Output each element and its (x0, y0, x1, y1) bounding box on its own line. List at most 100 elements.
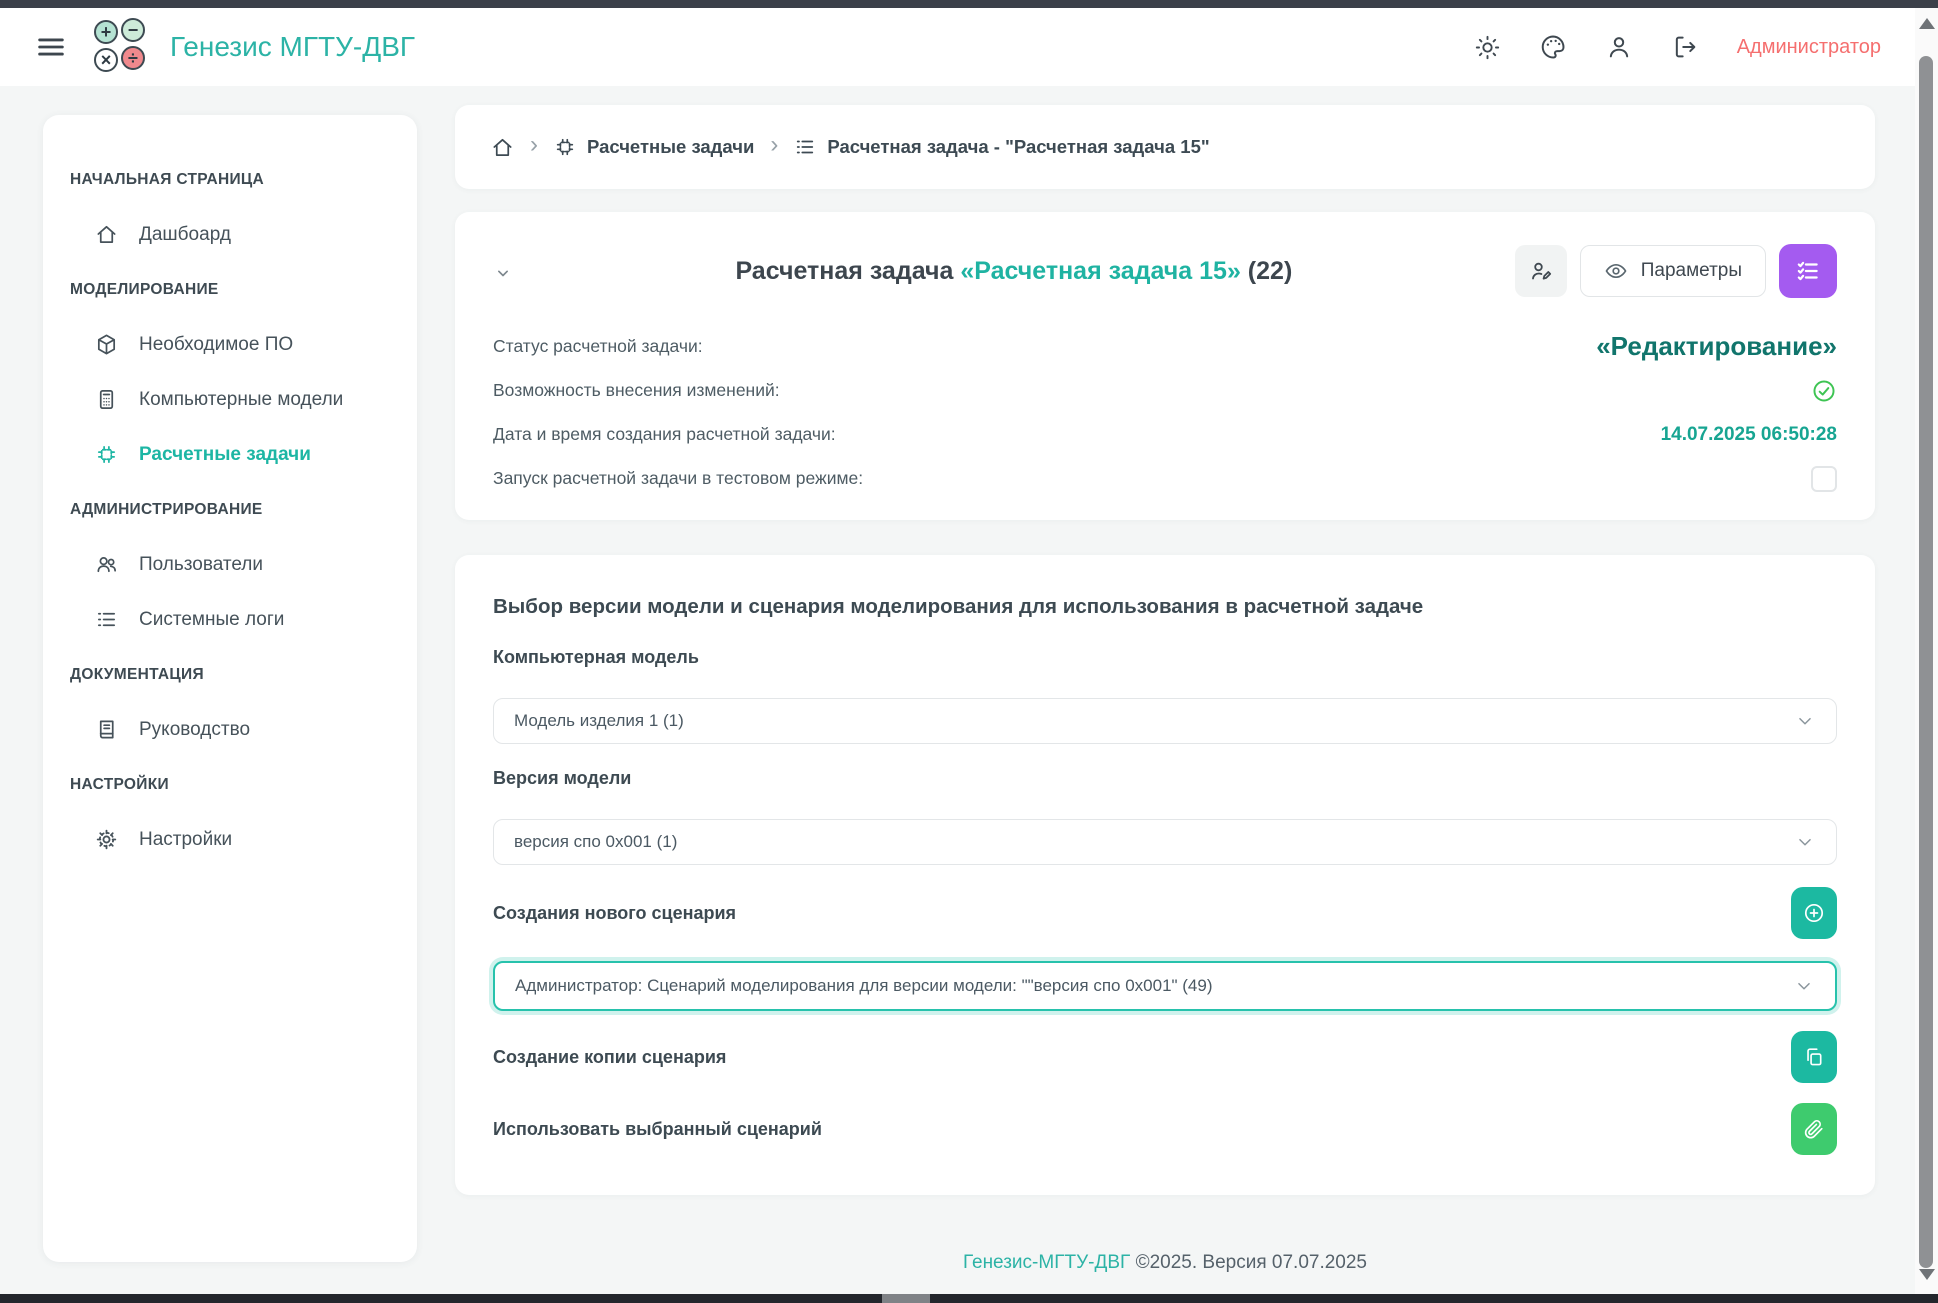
title-highlight: «Расчетная задача 15» (960, 256, 1241, 285)
header-actions: Администратор (1474, 33, 1881, 61)
sidebar-item-label: Настройки (139, 828, 233, 850)
new-scenario-label: Создания нового сценария (493, 902, 737, 923)
sidebar-item-label: Расчетные задачи (139, 443, 311, 465)
test-mode-row: Запуск расчетной задачи в тестовом режим… (493, 457, 1837, 501)
copy-scenario-row: Создание копии сценария (493, 1031, 1837, 1083)
app-logo[interactable]: + − × ÷ (94, 18, 154, 76)
window-top-scrollbar (0, 0, 1938, 8)
version-label: Версия модели (493, 768, 632, 788)
users-icon (95, 553, 118, 576)
sidebar-section-modeling: МОДЕЛИРОВАНИЕ (70, 280, 219, 298)
chevron-down-icon (1794, 710, 1816, 732)
list-icon (794, 136, 816, 158)
palette-icon[interactable] (1539, 33, 1567, 61)
status-label: Статус расчетной задачи: (493, 336, 703, 356)
created-row: Дата и время создания расчетной задачи: … (493, 413, 1837, 457)
chip-icon (554, 136, 576, 158)
scroll-down-arrow[interactable] (1919, 1269, 1935, 1280)
user-profile-icon[interactable] (1605, 33, 1633, 61)
sidebar-item-label: Необходимое ПО (139, 333, 294, 355)
sidebar-item-settings[interactable]: Настройки (43, 812, 417, 867)
breadcrumb-home[interactable] (491, 136, 514, 159)
sidebar: НАЧАЛЬНАЯ СТРАНИЦА Дашбоард МОДЕЛИРОВАНИ… (43, 115, 417, 1262)
paperclip-icon (1803, 1118, 1825, 1140)
scenario-selection-card: Выбор версии модели и сценария моделиров… (455, 555, 1875, 1195)
vertical-scrollbar-thumb[interactable] (1919, 56, 1933, 1268)
editable-row: Возможность внесения изменений: (493, 369, 1837, 413)
eye-icon (1604, 259, 1628, 283)
test-mode-label: Запуск расчетной задачи в тестовом режим… (493, 468, 864, 488)
add-scenario-button[interactable] (1791, 887, 1837, 939)
sidebar-item-dashboard[interactable]: Дашбоард (43, 207, 417, 262)
logout-icon[interactable] (1671, 33, 1699, 61)
list-icon (95, 608, 118, 631)
created-label: Дата и время создания расчетной задачи: (493, 424, 836, 444)
horizontal-scrollbar-thumb[interactable] (882, 1294, 930, 1303)
sidebar-item-label: Пользователи (139, 553, 264, 575)
model-select[interactable]: Модель изделия 1 (1) (493, 698, 1837, 744)
breadcrumb-calc-tasks[interactable]: Расчетные задачи (554, 136, 754, 158)
chevron-down-icon (1793, 975, 1815, 997)
footer-version-text: ©2025. Версия 07.07.2025 (1136, 1252, 1367, 1273)
current-role-label[interactable]: Администратор (1737, 36, 1881, 59)
app-header: + − × ÷ Генезис МГТУ-ДВГ Администратор (0, 8, 1915, 86)
sidebar-item-computer-models[interactable]: Компьютерные модели (43, 372, 417, 427)
sidebar-item-manual[interactable]: Руководство (43, 702, 417, 757)
copy-scenario-button[interactable] (1791, 1031, 1837, 1083)
sidebar-item-required-software[interactable]: Необходимое ПО (43, 317, 417, 372)
footer-brand-link[interactable]: Генезис-МГТУ-ДВГ (963, 1252, 1130, 1273)
plus-circle-icon (1802, 901, 1826, 925)
breadcrumb-separator: › (770, 131, 779, 158)
user-edit-icon (1529, 259, 1553, 283)
footer-text: ©2025. Версия 07.07.2025 (1135, 1252, 1367, 1273)
status-value: «Редактирование» (1596, 331, 1837, 361)
title-suffix: (22) (1240, 256, 1293, 285)
sidebar-item-calc-tasks[interactable]: Расчетные задачи (43, 427, 417, 482)
scroll-up-arrow[interactable] (1919, 18, 1935, 29)
gear-icon (95, 828, 118, 851)
breadcrumb: › Расчетные задачи › Расчетная задача - … (455, 105, 1875, 189)
task-status-rows: Статус расчетной задачи: «Редактирование… (493, 325, 1837, 501)
version-select[interactable]: версия спо 0x001 (1) (493, 819, 1837, 865)
sidebar-item-label: Дашбоард (139, 223, 231, 245)
status-row: Статус расчетной задачи: «Редактирование… (493, 325, 1837, 369)
hamburger-menu-icon[interactable] (34, 30, 68, 64)
chevron-down-icon (1794, 831, 1816, 853)
task-card-header: Расчетная задача «Расчетная задача 15» (… (493, 240, 1837, 303)
sidebar-section-settings: НАСТРОЙКИ (70, 775, 169, 793)
sidebar-section-start: НАЧАЛЬНАЯ СТРАНИЦА (70, 170, 265, 188)
logo-divide-circle: ÷ (121, 46, 145, 70)
title-prefix: Расчетная задача (735, 256, 961, 285)
horizontal-scrollbar[interactable] (0, 1294, 1938, 1303)
scenario-select-value: Администратор: Сценарий моделирования дл… (515, 976, 1213, 995)
checklist-button[interactable] (1779, 244, 1837, 299)
scenario-select[interactable]: Администратор: Сценарий моделирования дл… (493, 961, 1837, 1011)
breadcrumb-current-task[interactable]: Расчетная задача - "Расчетная задача 15" (794, 136, 1210, 158)
collapse-chevron-icon[interactable] (493, 263, 513, 283)
parameters-button[interactable]: Параметры (1579, 245, 1766, 298)
copy-icon (1803, 1046, 1825, 1068)
sidebar-item-users[interactable]: Пользователи (43, 537, 417, 592)
use-scenario-row: Использовать выбранный сценарий (493, 1103, 1837, 1155)
sidebar-item-label: Руководство (139, 718, 251, 740)
selection-heading: Выбор версии модели и сценария моделиров… (493, 595, 1424, 618)
use-scenario-button[interactable] (1791, 1103, 1837, 1155)
sidebar-item-system-logs[interactable]: Системные логи (43, 592, 417, 647)
footer: Генезис-МГТУ-ДВГ ©2025. Версия 07.07.202… (455, 1252, 1875, 1274)
theme-sun-icon[interactable] (1474, 34, 1501, 61)
version-select-value: версия спо 0x001 (1) (514, 832, 678, 851)
app-title: Генезис МГТУ-ДВГ (170, 31, 416, 62)
page-title: Расчетная задача «Расчетная задача 15» (… (513, 257, 1515, 286)
edit-user-button[interactable] (1514, 245, 1567, 298)
check-circle-icon (1811, 378, 1837, 404)
use-scenario-label: Использовать выбранный сценарий (493, 1118, 822, 1139)
sidebar-section-admin: АДМИНИСТРИРОВАНИЕ (70, 500, 263, 518)
vertical-scrollbar[interactable] (1915, 8, 1938, 1294)
home-icon (95, 223, 118, 246)
sidebar-item-label: Компьютерные модели (139, 388, 344, 410)
test-mode-checkbox[interactable] (1811, 465, 1837, 492)
sidebar-section-docs: ДОКУМЕНТАЦИЯ (70, 665, 204, 683)
copy-scenario-label: Создание копии сценария (493, 1046, 727, 1067)
model-label: Компьютерная модель (493, 647, 699, 667)
breadcrumb-label: Расчетная задача - "Расчетная задача 15" (827, 136, 1210, 157)
